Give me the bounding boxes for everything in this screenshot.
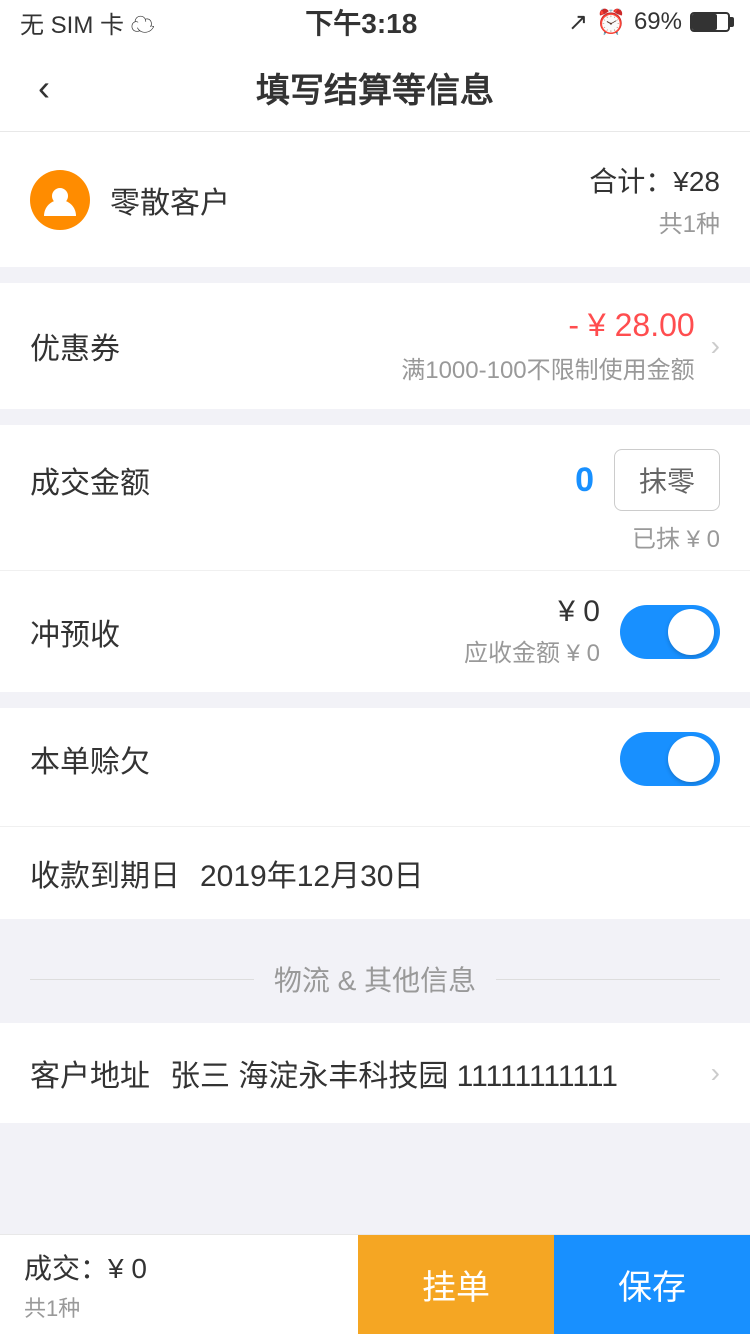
total-amount: 合计：¥28 — [589, 160, 720, 200]
debt-toggle[interactable] — [620, 732, 720, 786]
address-card[interactable]: 客户地址 张三 海淀永丰科技园 11111111111 › — [0, 1023, 750, 1123]
bottom-deal-label: 成交： — [24, 1253, 108, 1284]
coupon-card[interactable]: 优惠券 - ¥ 28.00 满1000-100不限制使用金额 › — [0, 283, 750, 409]
back-button[interactable]: ‹ — [28, 57, 60, 119]
bottom-count: 共1种 — [24, 1291, 334, 1323]
prepay-label: 冲预收 — [30, 610, 120, 654]
deal-right: 0 抹零 — [575, 449, 720, 511]
sim-status: 无 SIM 卡 ☁ — [20, 5, 155, 40]
deal-amount-section: 成交金额 0 抹零 已抹 ¥ 0 — [0, 425, 750, 554]
address-chevron-icon: › — [711, 1057, 720, 1089]
customer-card: 零散客户 合计：¥28 共1种 — [0, 132, 750, 267]
address-value: 张三 海淀永丰科技园 11111111111 — [170, 1051, 711, 1095]
coupon-label: 优惠券 — [30, 324, 120, 368]
prepay-sub: 应收金额 ¥ 0 — [464, 633, 600, 668]
battery-percent: 69% — [634, 8, 682, 36]
due-date-label: 收款到期日 — [30, 851, 180, 895]
coupon-row[interactable]: 优惠券 - ¥ 28.00 满1000-100不限制使用金额 › — [0, 283, 750, 409]
avatar — [30, 170, 90, 230]
prepay-section: 冲预收 ¥ 0 应收金额 ¥ 0 — [0, 570, 750, 692]
customer-total: 合计：¥28 共1种 — [589, 160, 720, 239]
prepay-values: ¥ 0 应收金额 ¥ 0 — [464, 595, 600, 668]
chevron-right-icon: › — [711, 330, 720, 362]
deal-label: 成交金额 — [30, 458, 150, 502]
deal-sub: 已抹 ¥ 0 — [30, 519, 720, 554]
toggle-knob — [668, 609, 714, 655]
status-right: ↗ ⏰ 69% — [568, 8, 730, 37]
battery-icon — [690, 12, 730, 32]
coupon-right: - ¥ 28.00 满1000-100不限制使用金额 › — [401, 307, 720, 385]
deal-row: 成交金额 0 抹零 — [30, 449, 720, 511]
page-title: 填写结算等信息 — [256, 63, 494, 112]
address-label: 客户地址 — [30, 1051, 150, 1095]
total-count: 共1种 — [589, 204, 720, 239]
debt-section: 本单赊欠 — [0, 708, 750, 810]
debt-toggle-knob — [668, 736, 714, 782]
deal-card: 成交金额 0 抹零 已抹 ¥ 0 冲预收 ¥ 0 应收金额 ¥ 0 — [0, 425, 750, 692]
prepay-amount: ¥ 0 — [464, 595, 600, 629]
due-date-row: 收款到期日 2019年12月30日 — [30, 851, 720, 895]
content: 零散客户 合计：¥28 共1种 优惠券 - ¥ 28.00 满1000-100不… — [0, 132, 750, 1259]
bottom-summary: 成交：¥ 0 共1种 — [0, 1235, 358, 1334]
status-bar: 无 SIM 卡 ☁ 下午3:18 ↗ ⏰ 69% — [0, 0, 750, 44]
due-date-value: 2019年12月30日 — [200, 851, 423, 895]
customer-name: 零散客户 — [110, 178, 230, 222]
debt-label: 本单赊欠 — [30, 737, 150, 781]
status-left: 无 SIM 卡 ☁ — [20, 5, 155, 40]
bottom-deal-value: ¥ 0 — [108, 1253, 147, 1284]
customer-left: 零散客户 — [30, 170, 230, 230]
prepay-toggle[interactable] — [620, 605, 720, 659]
nav-bar: ‹ 填写结算等信息 — [0, 44, 750, 132]
coupon-sub: 满1000-100不限制使用金额 — [401, 350, 694, 385]
logistics-label: 物流 & 其他信息 — [254, 965, 496, 996]
location-icon: ↗ — [568, 8, 588, 37]
deal-amount-value: 0 — [575, 461, 594, 500]
status-time: 下午3:18 — [305, 2, 417, 42]
round-button[interactable]: 抹零 — [614, 449, 720, 511]
hang-button[interactable]: 挂单 — [358, 1235, 554, 1334]
due-date-section: 收款到期日 2019年12月30日 — [0, 826, 750, 919]
logistics-divider: 物流 & 其他信息 — [0, 935, 750, 1023]
customer-row: 零散客户 合计：¥28 共1种 — [0, 132, 750, 267]
debt-card: 本单赊欠 收款到期日 2019年12月30日 — [0, 708, 750, 919]
bottom-bar: 成交：¥ 0 共1种 挂单 保存 — [0, 1234, 750, 1334]
prepay-right: ¥ 0 应收金额 ¥ 0 — [464, 595, 720, 668]
coupon-value: - ¥ 28.00 — [401, 307, 694, 344]
alarm-icon: ⏰ — [596, 8, 626, 37]
save-button[interactable]: 保存 — [554, 1235, 750, 1334]
bottom-deal-text: 成交：¥ 0 — [24, 1247, 334, 1287]
